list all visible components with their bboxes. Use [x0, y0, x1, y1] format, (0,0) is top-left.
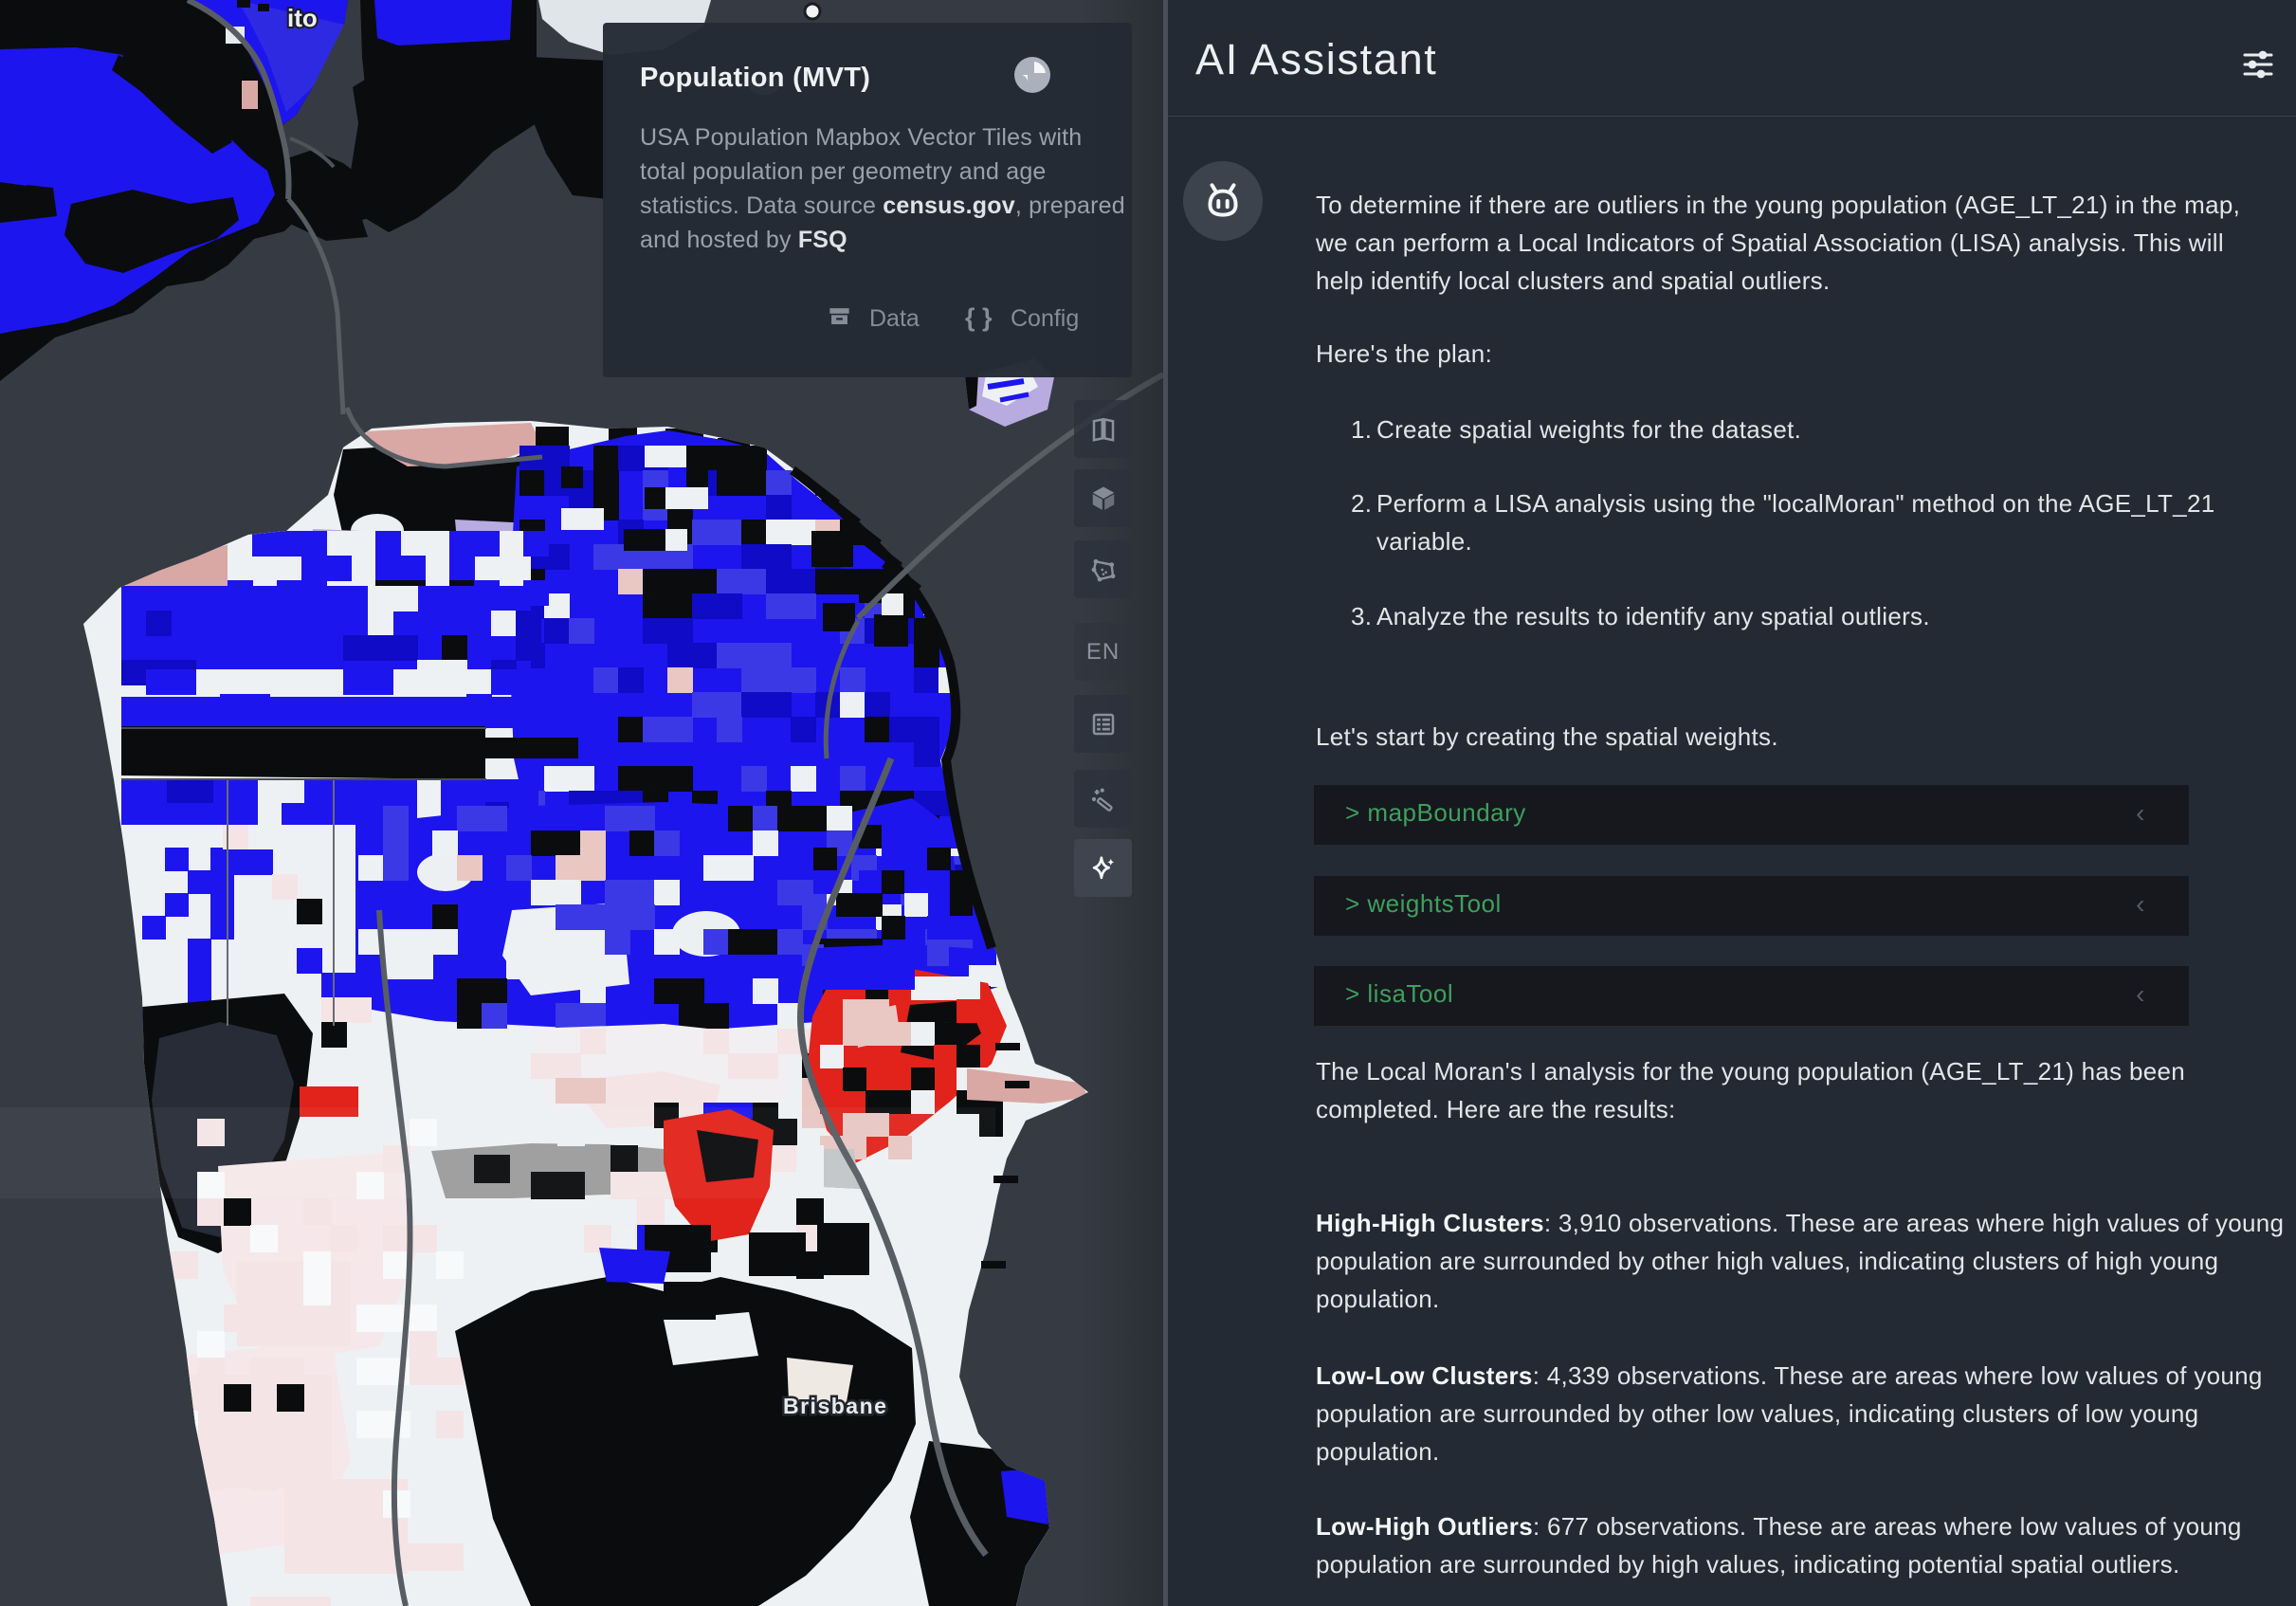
svg-text:Brisbane: Brisbane [783, 1394, 887, 1418]
svg-text:ito: ito [287, 4, 318, 32]
